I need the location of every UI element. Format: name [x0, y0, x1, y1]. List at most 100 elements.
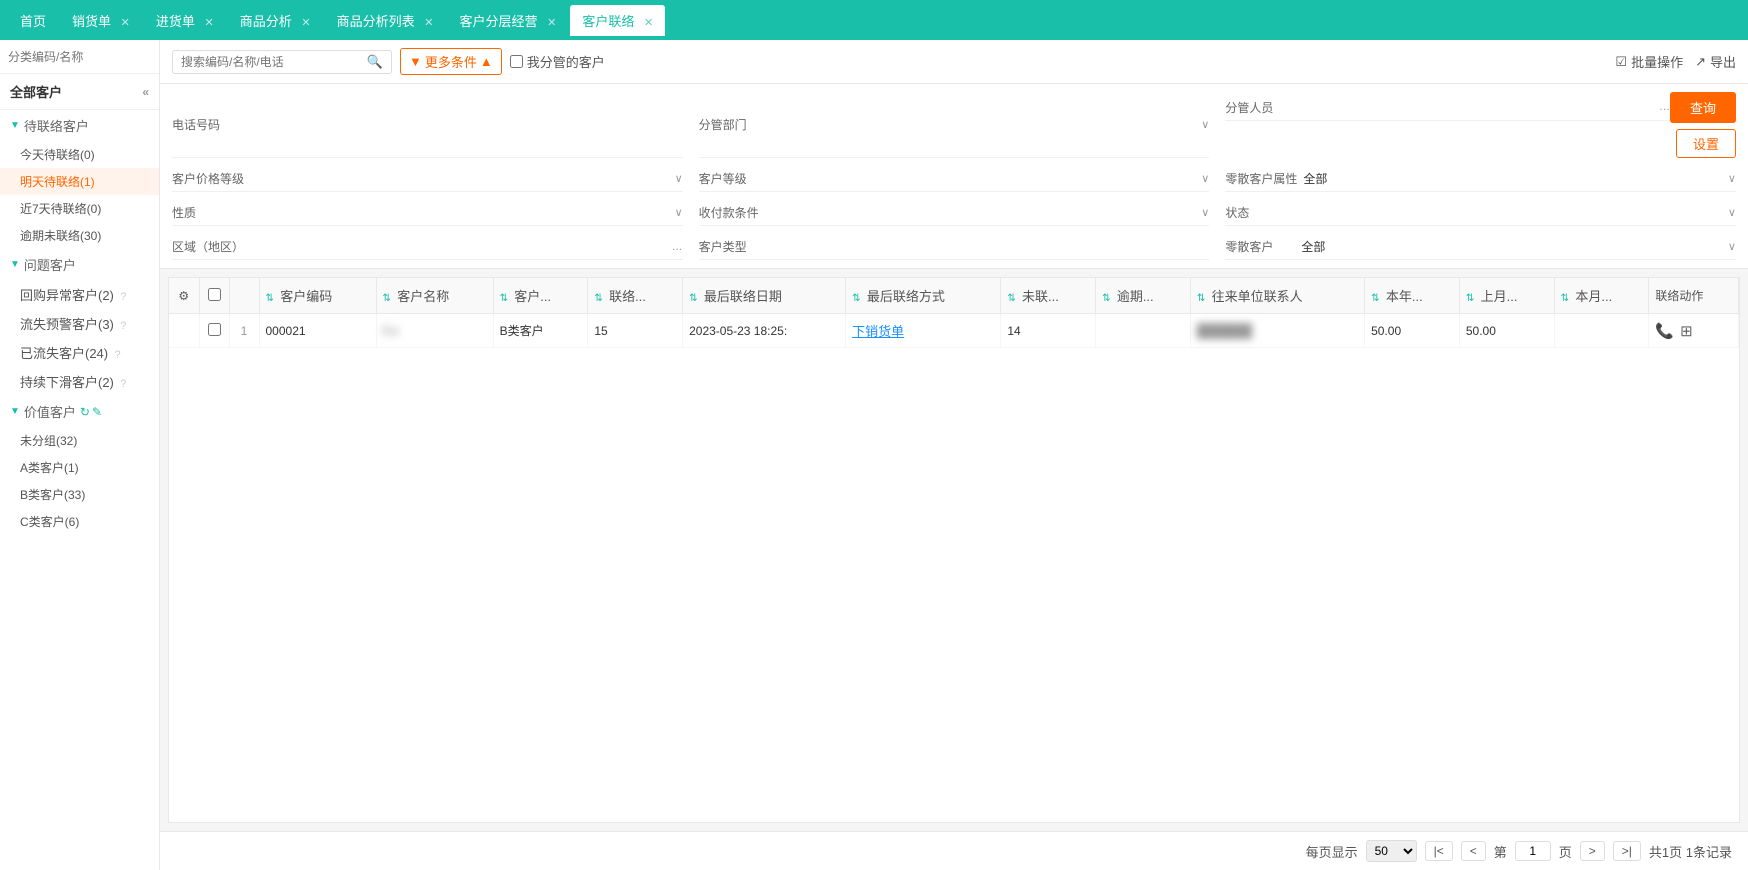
last-contact-method-link[interactable]: 下销货单 — [852, 324, 904, 339]
per-page-select[interactable]: 10 20 50 100 — [1366, 840, 1417, 862]
filter-input-customer-type[interactable] — [775, 240, 1210, 254]
sidebar-item-declining[interactable]: 持续下滑客户(2) ? — [0, 367, 159, 396]
sidebar-item-loss-warning[interactable]: 流失预警客户(3) ? — [0, 309, 159, 338]
first-page-btn[interactable]: |< — [1425, 841, 1453, 861]
col-contact[interactable]: ⇅ 联络... — [588, 278, 683, 314]
table-area: ⚙ ⇅ 客户编码 ⇅ 客户名称 — [168, 277, 1740, 823]
col-customer-type[interactable]: ⇅ 客户... — [493, 278, 588, 314]
col-overdue[interactable]: ⇅ 逾期... — [1096, 278, 1191, 314]
col-customer-name[interactable]: ⇅ 客户名称 — [376, 278, 493, 314]
chevron-down-icon[interactable]: ∨ — [675, 172, 683, 185]
nav-goods-analysis[interactable]: 商品分析 ✕ — [228, 5, 323, 36]
search-submit-icon[interactable]: 🔍 — [367, 54, 383, 70]
filter-input-dept[interactable] — [775, 118, 1196, 132]
filter-input-payment[interactable] — [775, 206, 1196, 220]
sidebar-item-ungrouped[interactable]: 未分组(32) — [0, 427, 159, 454]
grid-icon[interactable]: ⊞ — [1680, 322, 1693, 340]
filter-input-manager[interactable] — [1301, 100, 1653, 114]
prev-page-btn[interactable]: < — [1461, 841, 1486, 861]
col-contact-person[interactable]: ⇅ 往来单位联系人 — [1190, 278, 1364, 314]
filter-input-price-level[interactable] — [250, 172, 669, 186]
sidebar-item-type-a[interactable]: A类客户(1) — [0, 454, 159, 481]
col-this-month[interactable]: ⇅ 本月... — [1554, 278, 1649, 314]
row-last-contact-method[interactable]: 下销货单 — [846, 314, 1001, 348]
export-btn[interactable]: ↗ 导出 — [1695, 52, 1736, 71]
search-input[interactable] — [181, 55, 363, 69]
close-icon[interactable]: ✕ — [547, 17, 556, 29]
sidebar-item-type-b[interactable]: B类客户(33) — [0, 481, 159, 508]
filter-input-scatter-attr[interactable] — [1303, 172, 1722, 186]
filter-label-payment: 收付款条件 — [699, 204, 769, 221]
more-filters-btn[interactable]: ▼ 更多条件 ▲ — [400, 48, 502, 75]
col-no-contact[interactable]: ⇅ 未联... — [1001, 278, 1096, 314]
col-this-year[interactable]: ⇅ 本年... — [1365, 278, 1460, 314]
row-last-contact-date: 2023-05-23 18:25: — [683, 314, 846, 348]
close-icon[interactable]: ✕ — [424, 17, 433, 29]
query-button[interactable]: 查询 — [1670, 92, 1736, 123]
sidebar-item-repurchase[interactable]: 回购异常客户(2) ? — [0, 280, 159, 309]
nav-home[interactable]: 首页 — [8, 5, 58, 36]
filter-row-payment: 收付款条件 ∨ — [699, 200, 1210, 226]
chevron-down-icon[interactable]: ∨ — [675, 206, 683, 219]
sidebar-all-customers[interactable]: 全部客户 « — [0, 74, 159, 110]
more-icon[interactable]: … — [672, 241, 683, 253]
sidebar-item-overdue-contact[interactable]: 逾期未联络(30) — [0, 222, 159, 249]
set-button[interactable]: 设置 — [1676, 129, 1736, 158]
col-settings[interactable]: ⚙ — [169, 278, 199, 314]
row-select-checkbox[interactable] — [208, 323, 221, 336]
close-icon[interactable]: ✕ — [644, 17, 653, 29]
filter-input-phone[interactable] — [248, 118, 683, 132]
chevron-down-icon[interactable]: ∨ — [1728, 206, 1736, 219]
more-icon[interactable]: … — [1659, 101, 1670, 113]
close-icon[interactable]: ✕ — [205, 17, 214, 29]
select-all-checkbox[interactable] — [208, 288, 221, 301]
chevron-down-icon[interactable]: ∨ — [1201, 206, 1209, 219]
col-last-contact-method[interactable]: ⇅ 最后联络方式 — [846, 278, 1001, 314]
col-last-month[interactable]: ⇅ 上月... — [1459, 278, 1554, 314]
filter-input-customer-level[interactable] — [775, 172, 1196, 186]
sidebar-item-week-contact[interactable]: 近7天待联络(0) — [0, 195, 159, 222]
refresh-icon[interactable]: ↻ — [80, 405, 90, 419]
chevron-down-icon[interactable]: ∨ — [1201, 172, 1209, 185]
col-customer-code[interactable]: ⇅ 客户编码 — [259, 278, 376, 314]
filter-input-region[interactable] — [250, 240, 666, 254]
edit-icon[interactable]: ✎ — [92, 405, 102, 419]
sidebar-group-pending[interactable]: ▼ 待联络客户 — [0, 110, 159, 141]
triangle-icon: ▼ — [10, 120, 20, 131]
close-icon[interactable]: ✕ — [301, 17, 310, 29]
sidebar-item-lost-customers[interactable]: 已流失客户(24) ? — [0, 338, 159, 367]
sidebar-item-today-contact[interactable]: 今天待联络(0) — [0, 141, 159, 168]
sidebar-group-problem[interactable]: ▼ 问题客户 — [0, 249, 159, 280]
nav-customer-tier[interactable]: 客户分层经营 ✕ — [447, 5, 568, 36]
page-label2: 页 — [1559, 842, 1572, 861]
nav-purchase[interactable]: 进货单 ✕ — [144, 5, 226, 36]
last-page-btn[interactable]: >| — [1613, 841, 1641, 861]
my-customer-label: 我分管的客户 — [527, 52, 605, 71]
next-page-btn[interactable]: > — [1580, 841, 1605, 861]
sidebar-item-tomorrow-contact[interactable]: 明天待联络(1) — [0, 168, 159, 195]
filter-input-status[interactable] — [1301, 206, 1722, 220]
sort-icon: ⇅ — [689, 293, 697, 304]
sort-icon: ⇅ — [1466, 293, 1474, 304]
chevron-down-icon[interactable]: ∨ — [1728, 172, 1736, 185]
col-last-contact-date[interactable]: ⇅ 最后联络日期 — [683, 278, 846, 314]
nav-customer-contact[interactable]: 客户联络 ✕ — [570, 5, 665, 36]
current-page-input[interactable] — [1515, 841, 1551, 861]
sidebar-item-type-c[interactable]: C类客户(6) — [0, 508, 159, 535]
nav-goods-analysis-list[interactable]: 商品分析列表 ✕ — [325, 5, 446, 36]
phone-icon[interactable]: 📞 — [1655, 322, 1674, 340]
chevron-down-icon[interactable]: ∨ — [1201, 118, 1209, 131]
nav-sales[interactable]: 销货单 ✕ — [60, 5, 142, 36]
sidebar-collapse-btn[interactable]: « — [142, 85, 149, 99]
filter-input-nature[interactable] — [248, 206, 669, 220]
sidebar-group-value[interactable]: ▼ 价值客户 ↻ ✎ — [0, 396, 159, 427]
export-icon: ↗ — [1695, 54, 1706, 70]
sort-icon: ⇅ — [383, 293, 391, 304]
close-icon[interactable]: ✕ — [121, 17, 130, 29]
my-customer-checkbox[interactable] — [510, 55, 523, 68]
chevron-down-icon[interactable]: ∨ — [1728, 240, 1736, 253]
filter-input-scatter-customer[interactable] — [1301, 240, 1722, 254]
triangle-icon: ▼ — [10, 259, 20, 270]
sidebar-search-input[interactable] — [8, 50, 160, 64]
batch-operation-btn[interactable]: ☑ 批量操作 — [1615, 52, 1683, 71]
